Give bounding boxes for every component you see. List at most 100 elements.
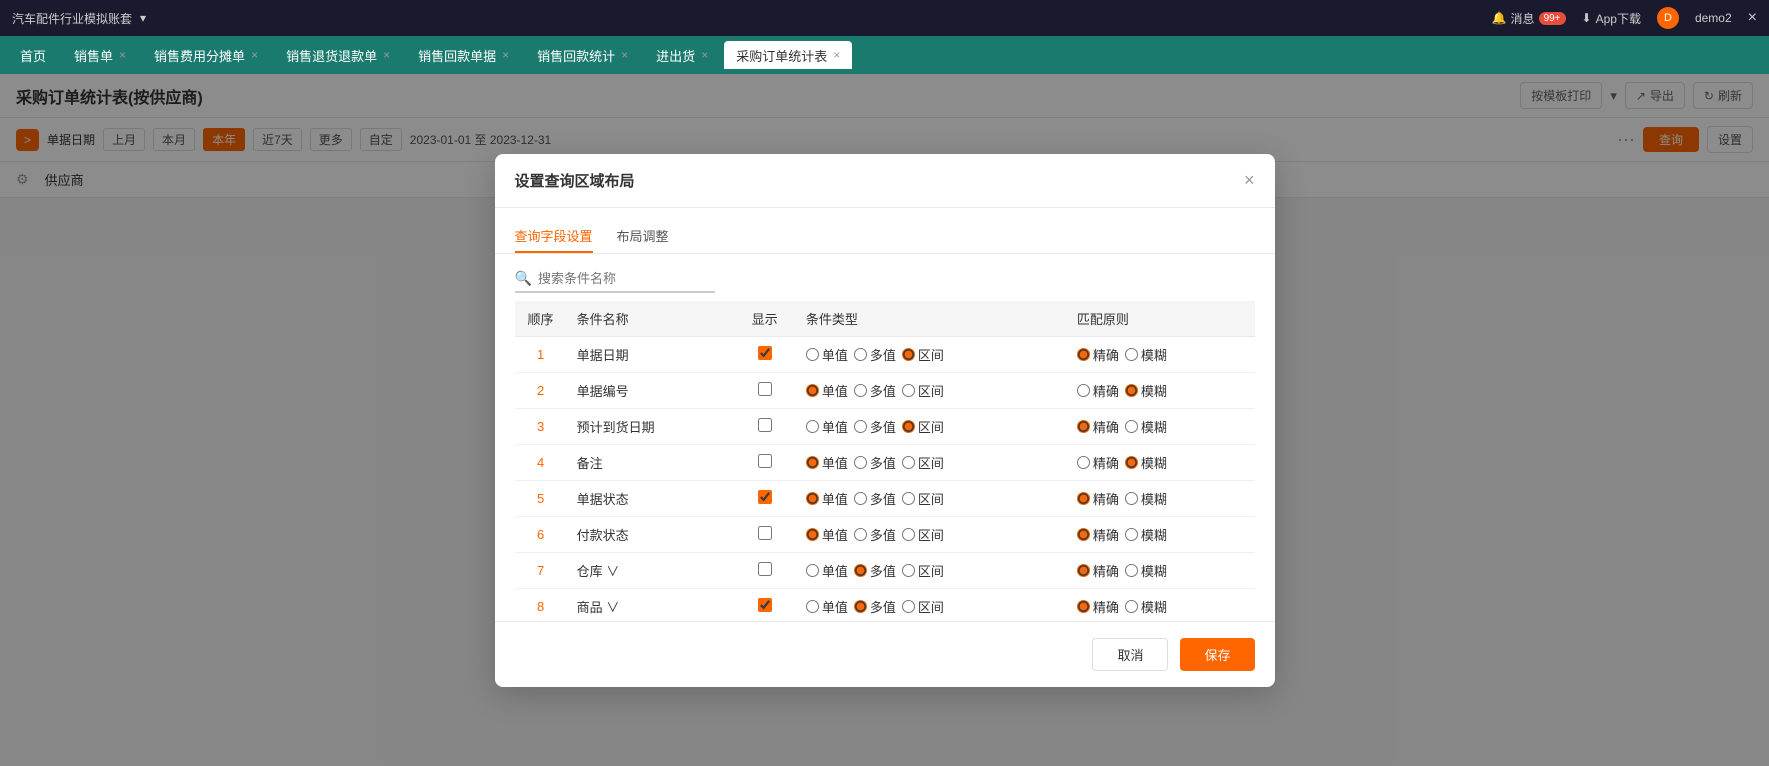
tab-purchase-order[interactable]: 采购订单统计表 × <box>724 41 852 69</box>
type-range[interactable]: 区间 <box>902 489 944 508</box>
table-row: 4备注 单值 多值 区间 精确 模糊 <box>515 444 1255 480</box>
cell-order: 4 <box>515 444 567 480</box>
type-multi[interactable]: 多值 <box>854 417 896 436</box>
col-order: 顺序 <box>515 301 567 337</box>
tab-sales-stats[interactable]: 销售回款统计 × <box>525 41 640 69</box>
cell-display <box>733 552 796 588</box>
notification-area[interactable]: 🔔 消息 99+ <box>1492 10 1566 27</box>
match-fuzzy[interactable]: 模糊 <box>1125 381 1167 400</box>
top-nav-actions: 🔔 消息 99+ ⬇ App下载 D demo2 × <box>1492 7 1757 29</box>
type-radio-group: 单值 多值 区间 <box>806 489 1057 508</box>
type-multi[interactable]: 多值 <box>854 561 896 580</box>
modal-tab-fields[interactable]: 查询字段设置 <box>515 220 593 253</box>
type-range[interactable]: 区间 <box>902 597 944 616</box>
notification-badge: 99+ <box>1539 12 1566 25</box>
tab-sales-order[interactable]: 销售单 × <box>62 41 138 69</box>
cell-order: 1 <box>515 336 567 372</box>
match-fuzzy[interactable]: 模糊 <box>1125 597 1167 616</box>
type-single[interactable]: 单值 <box>806 417 848 436</box>
modal-tab-layout[interactable]: 布局调整 <box>617 220 669 253</box>
tab-sales-return[interactable]: 销售退货退款单 × <box>274 41 402 69</box>
tab-sales-expense[interactable]: 销售费用分摊单 × <box>142 41 270 69</box>
page-content: 采购订单统计表(按供应商) 按模板打印 ▾ ↗ 导出 ↻ 刷新 > 单据日期 上… <box>0 74 1769 766</box>
type-multi[interactable]: 多值 <box>854 525 896 544</box>
tab-inout[interactable]: 进出货 × <box>644 41 720 69</box>
type-multi[interactable]: 多值 <box>854 597 896 616</box>
type-single[interactable]: 单值 <box>806 525 848 544</box>
type-single[interactable]: 单值 <box>806 597 848 616</box>
match-exact[interactable]: 精确 <box>1077 561 1119 580</box>
type-multi[interactable]: 多值 <box>854 489 896 508</box>
modal-close-button[interactable]: × <box>1244 170 1255 191</box>
display-checkbox[interactable] <box>758 418 772 432</box>
type-single[interactable]: 单值 <box>806 489 848 508</box>
match-fuzzy[interactable]: 模糊 <box>1125 417 1167 436</box>
type-range[interactable]: 区间 <box>902 525 944 544</box>
display-checkbox[interactable] <box>758 346 772 360</box>
match-fuzzy[interactable]: 模糊 <box>1125 453 1167 472</box>
display-checkbox[interactable] <box>758 490 772 504</box>
tab-sales-return-close[interactable]: × <box>383 48 390 62</box>
tab-sales-order-close[interactable]: × <box>119 48 126 62</box>
type-range[interactable]: 区间 <box>902 417 944 436</box>
search-input[interactable] <box>538 271 698 286</box>
type-multi[interactable]: 多值 <box>854 381 896 400</box>
match-exact[interactable]: 精确 <box>1077 453 1119 472</box>
notification-label: 消息 <box>1511 10 1535 27</box>
type-single[interactable]: 单值 <box>806 381 848 400</box>
cell-type: 单值 多值 区间 <box>796 516 1067 552</box>
match-exact[interactable]: 精确 <box>1077 525 1119 544</box>
display-checkbox[interactable] <box>758 382 772 396</box>
type-range[interactable]: 区间 <box>902 345 944 364</box>
type-range[interactable]: 区间 <box>902 453 944 472</box>
download-icon: ⬇ <box>1582 11 1592 25</box>
tab-sales-receipt[interactable]: 销售回款单据 × <box>406 41 521 69</box>
display-checkbox[interactable] <box>758 562 772 576</box>
display-checkbox[interactable] <box>758 526 772 540</box>
match-exact[interactable]: 精确 <box>1077 417 1119 436</box>
match-fuzzy[interactable]: 模糊 <box>1125 345 1167 364</box>
match-fuzzy[interactable]: 模糊 <box>1125 525 1167 544</box>
top-nav-close-btn[interactable]: × <box>1748 9 1757 27</box>
cell-match: 精确 模糊 <box>1067 588 1255 621</box>
app-title-area: 汽车配件行业模拟账套 ▾ <box>12 10 146 27</box>
tab-sales-expense-close[interactable]: × <box>251 48 258 62</box>
cell-order: 7 <box>515 552 567 588</box>
modal-table-scroll[interactable]: 顺序 条件名称 显示 条件类型 匹配原则 1单据日期 单值 多值 <box>515 301 1255 621</box>
cell-match: 精确 模糊 <box>1067 372 1255 408</box>
cancel-button[interactable]: 取消 <box>1092 638 1168 671</box>
match-exact[interactable]: 精确 <box>1077 381 1119 400</box>
tab-sales-stats-close[interactable]: × <box>621 48 628 62</box>
cell-type: 单值 多值 区间 <box>796 336 1067 372</box>
user-name[interactable]: demo2 <box>1695 11 1732 25</box>
download-area[interactable]: ⬇ App下载 <box>1582 10 1641 27</box>
display-checkbox[interactable] <box>758 598 772 612</box>
cell-display <box>733 444 796 480</box>
type-range[interactable]: 区间 <box>902 381 944 400</box>
type-multi[interactable]: 多值 <box>854 345 896 364</box>
match-fuzzy[interactable]: 模糊 <box>1125 489 1167 508</box>
tab-inout-close[interactable]: × <box>701 48 708 62</box>
type-single[interactable]: 单值 <box>806 561 848 580</box>
cell-display <box>733 336 796 372</box>
cell-match: 精确 模糊 <box>1067 552 1255 588</box>
notification-icon: 🔔 <box>1492 11 1507 25</box>
tab-purchase-order-close[interactable]: × <box>833 48 840 62</box>
type-single[interactable]: 单值 <box>806 453 848 472</box>
type-range[interactable]: 区间 <box>902 561 944 580</box>
cell-type: 单值 多值 区间 <box>796 372 1067 408</box>
display-checkbox[interactable] <box>758 454 772 468</box>
top-nav: 汽车配件行业模拟账套 ▾ 🔔 消息 99+ ⬇ App下载 D demo2 × <box>0 0 1769 36</box>
app-dropdown-icon[interactable]: ▾ <box>140 11 146 25</box>
user-avatar[interactable]: D <box>1657 7 1679 29</box>
match-exact[interactable]: 精确 <box>1077 345 1119 364</box>
match-exact[interactable]: 精确 <box>1077 597 1119 616</box>
match-fuzzy[interactable]: 模糊 <box>1125 561 1167 580</box>
save-button[interactable]: 保存 <box>1180 638 1254 671</box>
type-single[interactable]: 单值 <box>806 345 848 364</box>
tab-home[interactable]: 首页 <box>8 46 58 65</box>
tab-sales-receipt-close[interactable]: × <box>502 48 509 62</box>
tab-purchase-order-label: 采购订单统计表 <box>736 46 827 65</box>
type-multi[interactable]: 多值 <box>854 453 896 472</box>
match-exact[interactable]: 精确 <box>1077 489 1119 508</box>
